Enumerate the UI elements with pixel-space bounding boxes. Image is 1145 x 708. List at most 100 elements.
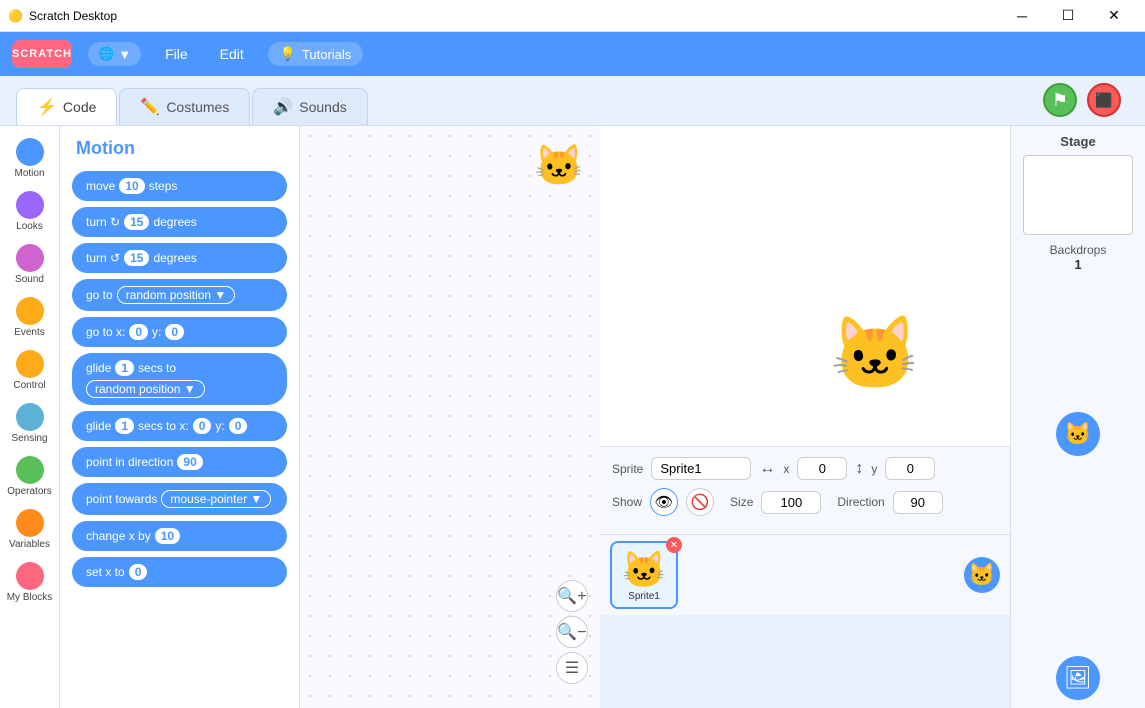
menubar: SCRATCH 🌐 ▼ File Edit 💡 Tutorials	[0, 32, 1145, 76]
stage-area: 🐱 Sprite ↔ x ↕ y Show 👁 🚫	[600, 126, 1010, 708]
sidebar-item-operators[interactable]: Operators	[2, 452, 58, 501]
backdrop-button[interactable]: 🖼	[1056, 656, 1100, 700]
sidebar-item-variables[interactable]: Variables	[2, 505, 58, 554]
globe-icon: 🌐	[98, 46, 114, 62]
stage-sidebar-label: Stage	[1060, 134, 1095, 149]
operators-dot	[16, 456, 44, 484]
file-menu[interactable]: File	[157, 42, 196, 66]
window-icon: 🟡	[8, 9, 23, 23]
block-move[interactable]: move 10 steps	[72, 171, 287, 201]
sidebar-item-events[interactable]: Events	[2, 293, 58, 342]
size-input[interactable]	[761, 491, 821, 514]
size-label: Size	[730, 495, 753, 509]
tab-costumes[interactable]: ✏️ Costumes	[119, 88, 250, 125]
y-coord-input[interactable]	[885, 457, 935, 480]
stage-cat-icon: 🐱	[1064, 421, 1091, 447]
sidebar-item-sensing[interactable]: Sensing	[2, 399, 58, 448]
fit-button[interactable]: ☰	[556, 652, 588, 684]
add-sprite-icon: 🐱	[968, 562, 995, 588]
sensing-label: Sensing	[11, 433, 47, 444]
operators-label: Operators	[7, 486, 51, 497]
tabbar: ⚡ Code ✏️ Costumes 🔊 Sounds ⚑ ⬛	[0, 76, 1145, 126]
block-turn-cw[interactable]: turn ↻ 15 degrees	[72, 207, 287, 237]
show-visible-button[interactable]: 👁	[650, 488, 678, 516]
x-coord-input[interactable]	[797, 457, 847, 480]
block-point-dir[interactable]: point in direction 90	[72, 447, 287, 477]
y-arrow-icon: ↕	[855, 460, 863, 478]
sound-dot	[16, 244, 44, 272]
motion-dot	[16, 138, 44, 166]
sidebar-item-looks[interactable]: Looks	[2, 187, 58, 236]
looks-dot	[16, 191, 44, 219]
dot-grid	[300, 126, 600, 708]
blocks-list: move 10 steps turn ↻ 15 degrees turn ↺ 1…	[60, 167, 299, 708]
stage-cat-button[interactable]: 🐱	[1056, 412, 1100, 456]
code-tab-label: Code	[63, 99, 96, 115]
sounds-tab-label: Sounds	[299, 99, 346, 115]
stage-mini-preview	[1023, 155, 1133, 235]
motion-label: Motion	[14, 168, 44, 179]
green-flag-button[interactable]: ⚑	[1043, 83, 1077, 117]
tutorials-button[interactable]: 💡 Tutorials	[268, 42, 364, 66]
zoom-in-icon: 🔍+	[557, 586, 586, 606]
close-button[interactable]: ✕	[1091, 0, 1137, 32]
variables-label: Variables	[9, 539, 50, 550]
sidebar-item-motion[interactable]: Motion	[2, 134, 58, 183]
control-label: Control	[13, 380, 45, 391]
zoom-out-button[interactable]: 🔍−	[556, 616, 588, 648]
zoom-in-button[interactable]: 🔍+	[556, 580, 588, 612]
stop-button[interactable]: ⬛	[1087, 83, 1121, 117]
myblocks-dot	[16, 562, 44, 590]
tutorials-icon: 💡	[280, 46, 296, 62]
script-sprite-preview: 🐱	[534, 142, 584, 192]
show-label: Show	[612, 495, 642, 509]
y-coord-label: y	[871, 462, 877, 476]
minimize-button[interactable]: ─	[999, 0, 1045, 32]
block-glide2[interactable]: glide 1 secs to x: 0 y: 0	[72, 411, 287, 441]
direction-input[interactable]	[893, 491, 943, 514]
backdrop-icon: 🖼	[1064, 665, 1092, 691]
tab-sounds[interactable]: 🔊 Sounds	[252, 88, 367, 125]
stage-cat-sprite: 🐱	[830, 311, 920, 396]
myblocks-label: My Blocks	[7, 592, 53, 603]
block-turn-ccw[interactable]: turn ↺ 15 degrees	[72, 243, 287, 273]
block-glide1[interactable]: glide 1 secs to random position ▼	[72, 353, 287, 405]
language-menu[interactable]: 🌐 ▼	[88, 42, 141, 66]
x-coord-label: x	[783, 462, 789, 476]
block-goto[interactable]: go to random position ▼	[72, 279, 287, 311]
block-set-x[interactable]: set x to 0	[72, 557, 287, 587]
script-zoom-controls: 🔍+ 🔍− ☰	[556, 580, 588, 684]
backdrops-count: 1	[1074, 257, 1081, 272]
sidebar-item-sound[interactable]: Sound	[2, 240, 58, 289]
sprite-thumbnail-sprite1[interactable]: 🐱 Sprite1 ✕	[610, 541, 678, 609]
tutorials-label: Tutorials	[302, 47, 351, 62]
sprite1-emoji: 🐱	[622, 549, 667, 591]
tab-code[interactable]: ⚡ Code	[16, 88, 117, 125]
show-hidden-button[interactable]: 🚫	[686, 488, 714, 516]
sound-label: Sound	[15, 274, 44, 285]
window-title: Scratch Desktop	[29, 9, 117, 23]
costumes-tab-label: Costumes	[166, 99, 229, 115]
blocks-panel: Motion move 10 steps turn ↻ 15 degrees t…	[60, 126, 300, 708]
right-sidebar: Stage Backdrops 1 🐱 🖼	[1010, 126, 1145, 708]
sensing-dot	[16, 403, 44, 431]
backdrops-label: Backdrops	[1050, 243, 1107, 257]
edit-menu[interactable]: Edit	[212, 42, 252, 66]
titlebar: 🟡 Scratch Desktop ─ ☐ ✕	[0, 0, 1145, 32]
script-area: 🐱 🔍+ 🔍− ☰	[300, 126, 600, 708]
looks-label: Looks	[16, 221, 43, 232]
direction-label: Direction	[837, 495, 884, 509]
sprite-name-label: Sprite	[612, 462, 643, 476]
variables-dot	[16, 509, 44, 537]
sidebar-item-control[interactable]: Control	[2, 346, 58, 395]
sidebar-item-myblocks[interactable]: My Blocks	[2, 558, 58, 607]
sprite-name-input[interactable]	[651, 457, 751, 480]
maximize-button[interactable]: ☐	[1045, 0, 1091, 32]
add-sprite-button[interactable]: 🐱	[964, 557, 1000, 593]
sprite1-close-button[interactable]: ✕	[666, 537, 682, 553]
block-change-x[interactable]: change x by 10	[72, 521, 287, 551]
sprites-bar: 🐱 Sprite1 ✕ 🐱	[600, 534, 1010, 615]
sprite-info-panel: Sprite ↔ x ↕ y Show 👁 🚫 Size Directi	[600, 446, 1010, 534]
block-point-towards[interactable]: point towards mouse-pointer ▼	[72, 483, 287, 515]
block-gotoxy[interactable]: go to x: 0 y: 0	[72, 317, 287, 347]
